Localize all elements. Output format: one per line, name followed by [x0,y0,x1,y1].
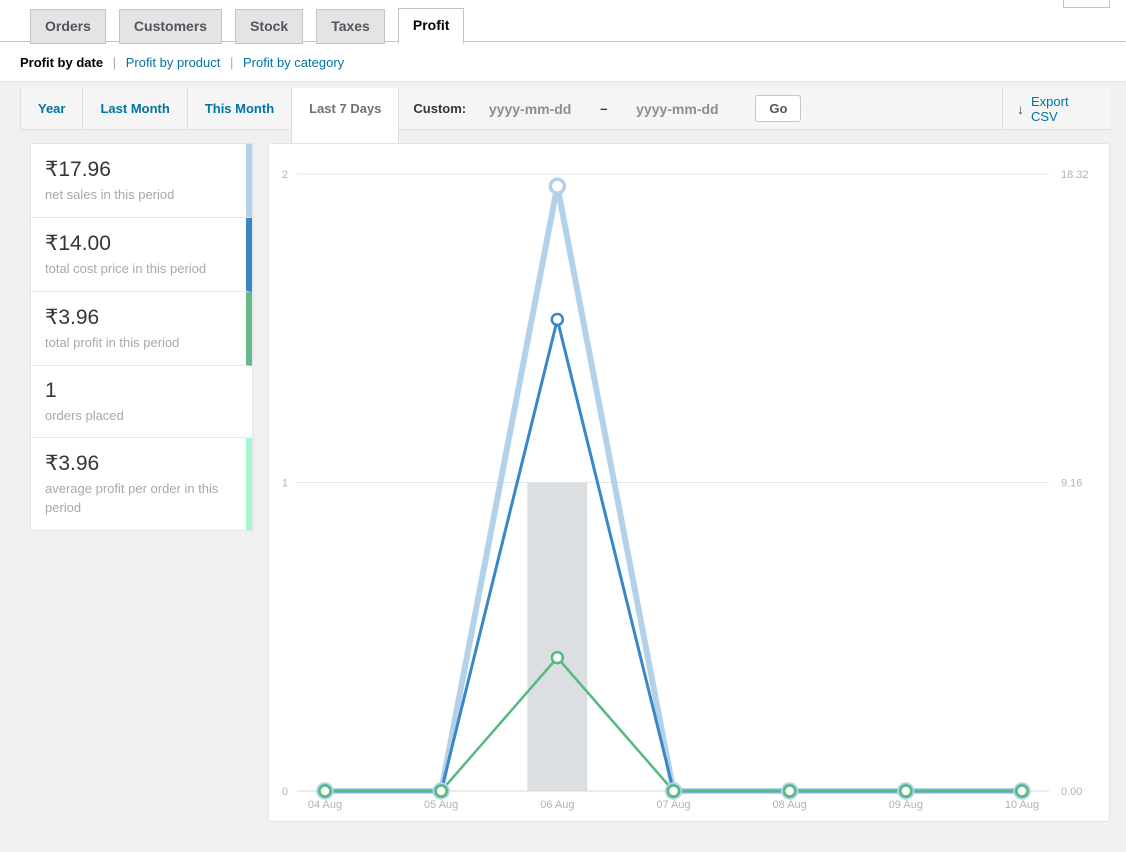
report-content: ₹17.96 net sales in this period ₹14.00 t… [30,143,1110,822]
range-this-month[interactable]: This Month [188,88,293,129]
report-tabs: Orders Customers Stock Taxes Profit [0,0,1126,44]
stat-label: total profit in this period [45,334,180,350]
right-axis-tick: 18.32 [1061,169,1089,181]
orders-bar[interactable] [527,482,588,792]
go-button[interactable]: Go [755,95,802,122]
subnav-profit-by-product[interactable]: Profit by product [126,55,221,70]
tab-taxes[interactable]: Taxes [316,9,385,44]
tab-stock[interactable]: Stock [235,9,304,44]
x-axis-label: 08 Aug [773,799,807,811]
x-axis-label: 10 Aug [1005,799,1039,811]
stat-average-profit: ₹3.96 average profit per order in this p… [31,438,252,531]
stat-value: ₹14.00 [45,231,111,255]
stat-label: total cost price in this period [45,260,207,276]
x-axis-label: 09 Aug [889,799,923,811]
stat-value: ₹17.96 [45,158,111,181]
end-date-input[interactable] [613,100,742,117]
data-point-2[interactable] [434,784,448,798]
x-axis-label: 06 Aug [540,799,574,811]
x-axis-label: 07 Aug [656,799,690,811]
download-arrow-icon: ↓ [1017,100,1024,117]
x-axis-label: 05 Aug [424,799,458,811]
data-point-2[interactable] [782,784,797,798]
date-range-filter-bar: Year Last Month This Month Last 7 Days C… [20,88,1110,143]
export-csv-button[interactable]: ↓ Export CSV [1002,88,1110,129]
report-subnav: Profit by date | Profit by product | Pro… [0,42,1126,70]
stat-label: orders placed [45,407,124,423]
custom-range-area: Custom: – Go [399,88,1002,129]
range-last-month[interactable]: Last Month [83,88,188,129]
data-point-0[interactable] [548,177,567,195]
stat-label: net sales in this period [45,187,175,202]
subnav-separator: | [230,55,234,70]
tab-orders[interactable]: Orders [30,9,106,44]
stat-total-profit: ₹3.96 total profit in this period [31,291,252,366]
subnav-profit-by-date[interactable]: Profit by date [20,55,103,70]
start-date-input[interactable] [466,100,595,117]
summary-stats-sidebar: ₹17.96 net sales in this period ₹14.00 t… [30,143,253,532]
screen-options-tab-partial[interactable] [1063,0,1110,8]
range-last-7-days[interactable]: Last 7 Days [291,88,400,143]
stat-value: 1 [45,378,57,402]
custom-range-label: Custom: [413,101,467,116]
left-axis-tick: 1 [282,478,288,490]
data-point-2[interactable] [899,784,913,798]
date-range-dash: – [600,101,608,116]
profit-by-date-chart: 0 0.00 1 9.16 2 18.32 04 Aug 05 Aug 06 Aug 07 Aug… [282,169,1089,811]
stat-value: ₹3.96 [45,305,100,329]
tab-profit[interactable]: Profit [397,8,465,44]
data-point-1[interactable] [550,312,565,327]
stat-total-cost: ₹14.00 total cost price in this period [31,217,252,292]
stat-net-sales: ₹17.96 net sales in this period [31,144,252,218]
tab-customers[interactable]: Customers [118,9,223,44]
subnav-separator: | [112,55,117,70]
profit-chart-card: 0 0.00 1 9.16 2 18.32 04 Aug 05 Aug 06 Aug 07 Aug… [268,143,1110,822]
data-point-2[interactable] [550,650,565,665]
range-year[interactable]: Year [20,88,84,129]
x-axis-label: 04 Aug [308,799,342,811]
series-line-1 [323,317,1024,793]
page-header: Orders Customers Stock Taxes Profit Profit b… [0,0,1126,82]
export-csv-label: Export CSV [1031,93,1069,124]
left-axis-tick: 0 [282,786,288,798]
data-point-2[interactable] [318,784,332,798]
data-point-2[interactable] [1015,784,1029,798]
right-axis-tick: 0.00 [1061,786,1082,798]
right-axis-tick: 9.16 [1061,478,1082,490]
stat-orders-placed: 1 orders placed [31,365,252,439]
subnav-profit-by-category[interactable]: Profit by category [243,55,344,70]
data-point-2[interactable] [666,784,681,798]
stat-value: ₹3.96 [45,452,100,476]
left-axis-tick: 2 [282,169,288,181]
stat-label: average profit per order in this period [45,481,219,516]
series-line-0 [322,183,1025,794]
series-line-2 [323,656,1024,793]
